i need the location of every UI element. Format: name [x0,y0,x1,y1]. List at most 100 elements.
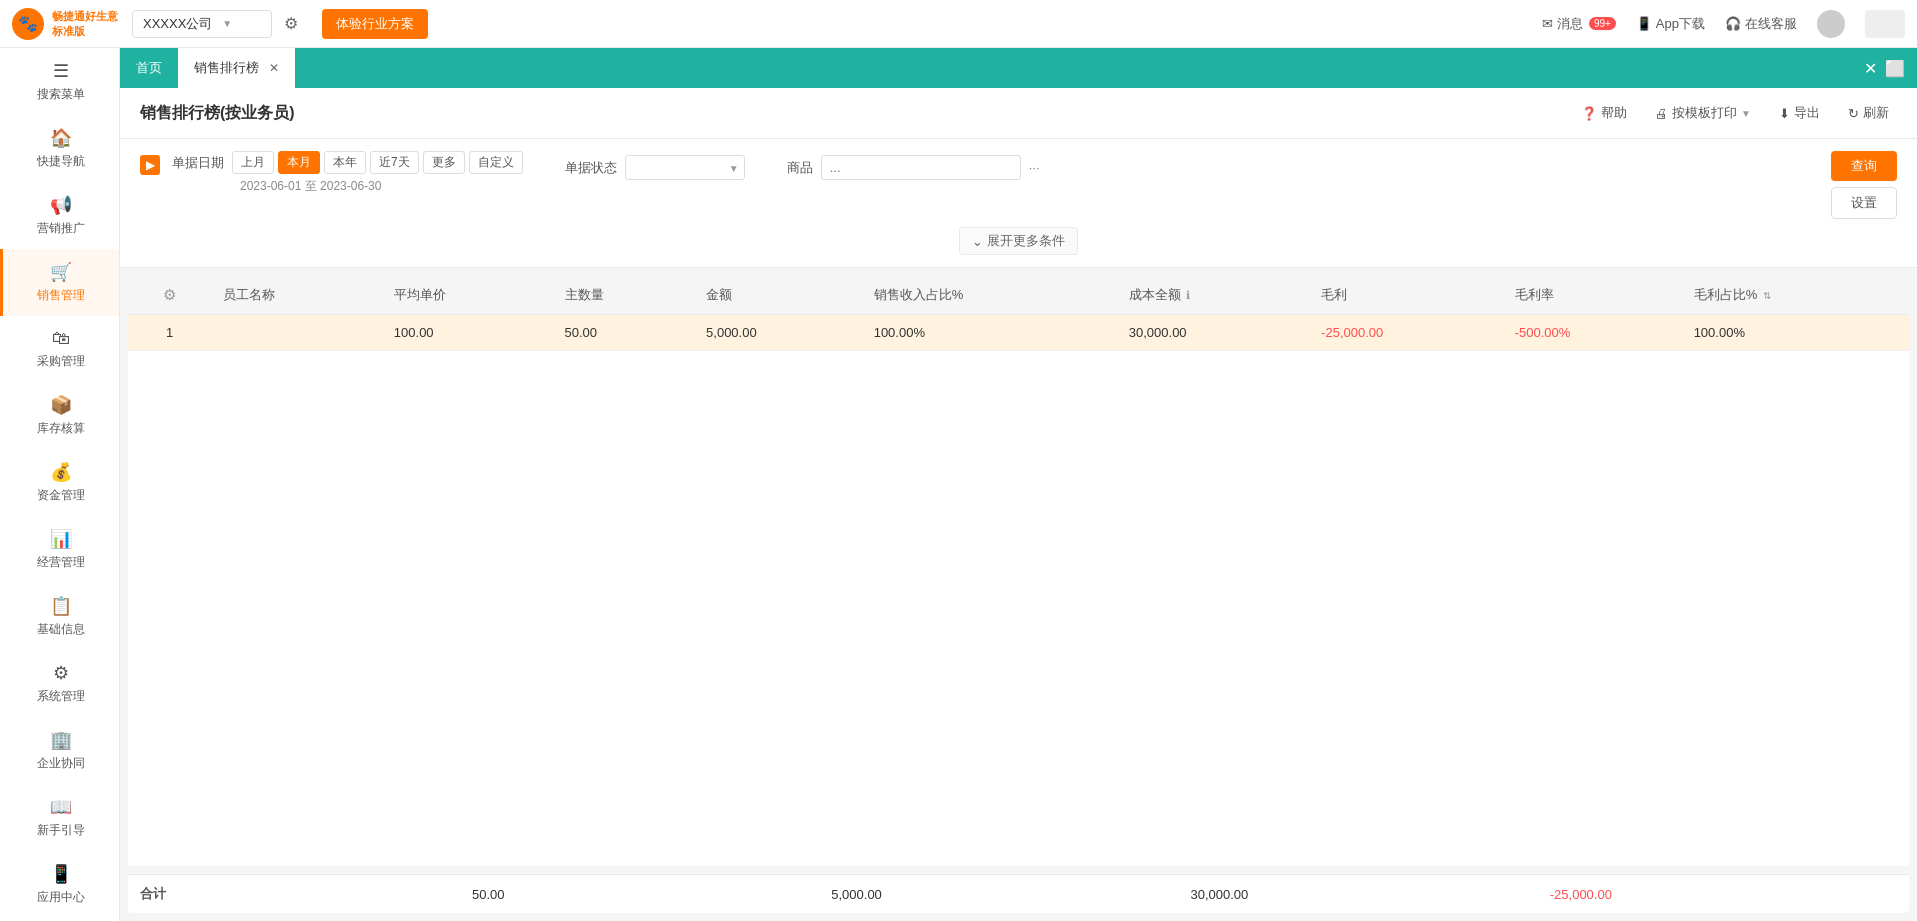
query-button[interactable]: 查询 [1831,151,1897,181]
sidebar-item-operations[interactable]: 📊 经营管理 [0,516,119,583]
footer-amount: 5,000.00 [819,887,1178,902]
sidebar-item-sales[interactable]: 🛒 销售管理 [0,249,119,316]
tab-bar: 首页 销售排行榜 ✕ ✕ ⬜ [120,48,1917,88]
date-btn-custom[interactable]: 自定义 [469,151,523,174]
date-btn-7days[interactable]: 近7天 [370,151,419,174]
home-tab-label: 首页 [136,59,162,77]
sidebar-label-search: 搜索菜单 [37,86,85,103]
window-restore-icon[interactable]: ⬜ [1885,59,1905,78]
sidebar-label-basic: 基础信息 [37,621,85,638]
sidebar-item-guide[interactable]: 📖 新手引导 [0,784,119,851]
table-footer: 合计 50.00 5,000.00 30,000.00 -25,000.00 [128,874,1909,913]
sidebar-item-apps[interactable]: 📱 应用中心 [0,851,119,918]
expand-button[interactable]: ⌄ 展开更多条件 [959,227,1078,255]
settings-button[interactable]: 设置 [1831,187,1897,219]
sidebar-label-system: 系统管理 [37,688,85,705]
col-profit: 毛利 [1309,276,1503,315]
sales-icon: 🛒 [50,261,72,283]
export-label: 导出 [1794,104,1820,122]
cell-name [211,315,382,351]
sidebar-item-basic[interactable]: 📋 基础信息 [0,583,119,650]
window-close-icon[interactable]: ✕ [1864,59,1877,78]
footer-label: 合计 [140,885,460,903]
online-service-item[interactable]: 🎧 在线客服 [1725,15,1797,33]
page-title: 销售排行榜(按业务员) [140,103,295,124]
enterprise-icon: 🏢 [50,729,72,751]
sidebar-item-marketing[interactable]: 📢 营销推广 [0,182,119,249]
sidebar-label-finance: 资金管理 [37,487,85,504]
date-btn-this-month[interactable]: 本月 [278,151,320,174]
cost-info-icon[interactable]: ℹ [1186,289,1190,301]
footer-profit: -25,000.00 [1538,887,1897,902]
print-chevron-icon: ▼ [1741,108,1751,119]
help-button[interactable]: ❓ 帮助 [1573,100,1635,126]
sidebar-item-system[interactable]: ⚙ 系统管理 [0,650,119,717]
table-settings-icon[interactable]: ⚙ [163,286,176,303]
home-icon: 🏠 [50,127,72,149]
page-header: 销售排行榜(按业务员) ❓ 帮助 🖨 按模板打印 ▼ ⬇ 导出 [120,88,1917,139]
sidebar-label-inventory: 库存核算 [37,420,85,437]
logo-icon: 🐾 [12,8,44,40]
sidebar-item-purchase[interactable]: 🛍 采购管理 [0,316,119,382]
status-select[interactable] [625,155,745,180]
search-icon: ☰ [53,60,69,82]
goods-input[interactable] [821,155,1021,180]
print-button[interactable]: 🖨 按模板打印 ▼ [1647,100,1759,126]
status-select-wrapper: ▼ [625,155,745,180]
system-icon: ⚙ [53,662,69,684]
sidebar-label-quicknav: 快捷导航 [37,153,85,170]
logo-text: 畅捷通好生意 标准版 [52,9,118,38]
more-filter-icon[interactable]: ··· [1029,160,1040,175]
sidebar-label-purchase: 采购管理 [37,353,85,370]
company-selector[interactable]: XXXXX公司 ▼ [132,10,272,38]
filter-collapse-icon[interactable]: ▶ [140,155,160,175]
col-settings[interactable]: ⚙ [128,276,211,315]
message-item[interactable]: ✉ 消息 99+ [1542,15,1616,33]
sidebar-item-search[interactable]: ☰ 搜索菜单 [0,48,119,115]
col-profit-rate: 毛利率 [1503,276,1682,315]
cell-amount: 5,000.00 [694,315,862,351]
help-icon: ❓ [1581,106,1597,121]
guide-icon: 📖 [50,796,72,818]
table-wrapper: ⚙ 员工名称 平均单价 主数量 金额 销售收入占比% 成本全额 ℹ 毛利 毛利率 [128,276,1909,866]
date-btn-more[interactable]: 更多 [423,151,465,174]
tab-close-icon[interactable]: ✕ [269,61,279,75]
refresh-icon: ↻ [1848,106,1859,121]
export-button[interactable]: ⬇ 导出 [1771,100,1828,126]
refresh-label: 刷新 [1863,104,1889,122]
footer-cells: 50.00 5,000.00 30,000.00 -25,000.00 [460,887,1897,902]
avatar-name[interactable] [1865,10,1905,38]
avatar[interactable] [1817,10,1845,38]
tab-home[interactable]: 首页 [120,48,178,88]
sort-icon[interactable]: ⇅ [1763,290,1771,301]
date-filter-label: 单据日期 [172,154,224,172]
sidebar-item-finance[interactable]: 💰 资金管理 [0,449,119,516]
date-btn-this-year[interactable]: 本年 [324,151,366,174]
app-label: App下载 [1656,15,1705,33]
sidebar-label-enterprise: 企业协同 [37,755,85,772]
sidebar-label-sales: 销售管理 [37,287,85,304]
tab-sales-rank[interactable]: 销售排行榜 ✕ [178,48,295,88]
cell-profit-rate: -500.00% [1503,315,1682,351]
sales-rank-tab-label: 销售排行榜 [194,59,259,77]
cell-sales-pct: 100.00% [862,315,1117,351]
marketing-icon: 📢 [50,194,72,216]
app-download-item[interactable]: 📱 App下载 [1636,15,1705,33]
col-cost: 成本全额 ℹ [1117,276,1309,315]
cell-qty: 50.00 [553,315,695,351]
settings-icon[interactable]: ⚙ [284,14,298,33]
col-profit-pct: 毛利占比% ⇅ [1682,276,1909,315]
goods-filter-label: 商品 [787,159,813,177]
sidebar-item-enterprise[interactable]: 🏢 企业协同 [0,717,119,784]
sidebar-label-guide: 新手引导 [37,822,85,839]
cell-avg-price: 100.00 [382,315,553,351]
sidebar-item-inventory[interactable]: 📦 库存核算 [0,382,119,449]
date-btn-last-month[interactable]: 上月 [232,151,274,174]
expand-icon: ⌄ [972,234,983,249]
apps-icon: 📱 [50,863,72,885]
top-bar: 🐾 畅捷通好生意 标准版 XXXXX公司 ▼ ⚙ 体验行业方案 ✉ 消息 99+… [0,0,1917,48]
sidebar-item-quicknav[interactable]: 🏠 快捷导航 [0,115,119,182]
trial-button[interactable]: 体验行业方案 [322,9,428,39]
inventory-icon: 📦 [50,394,72,416]
refresh-button[interactable]: ↻ 刷新 [1840,100,1897,126]
